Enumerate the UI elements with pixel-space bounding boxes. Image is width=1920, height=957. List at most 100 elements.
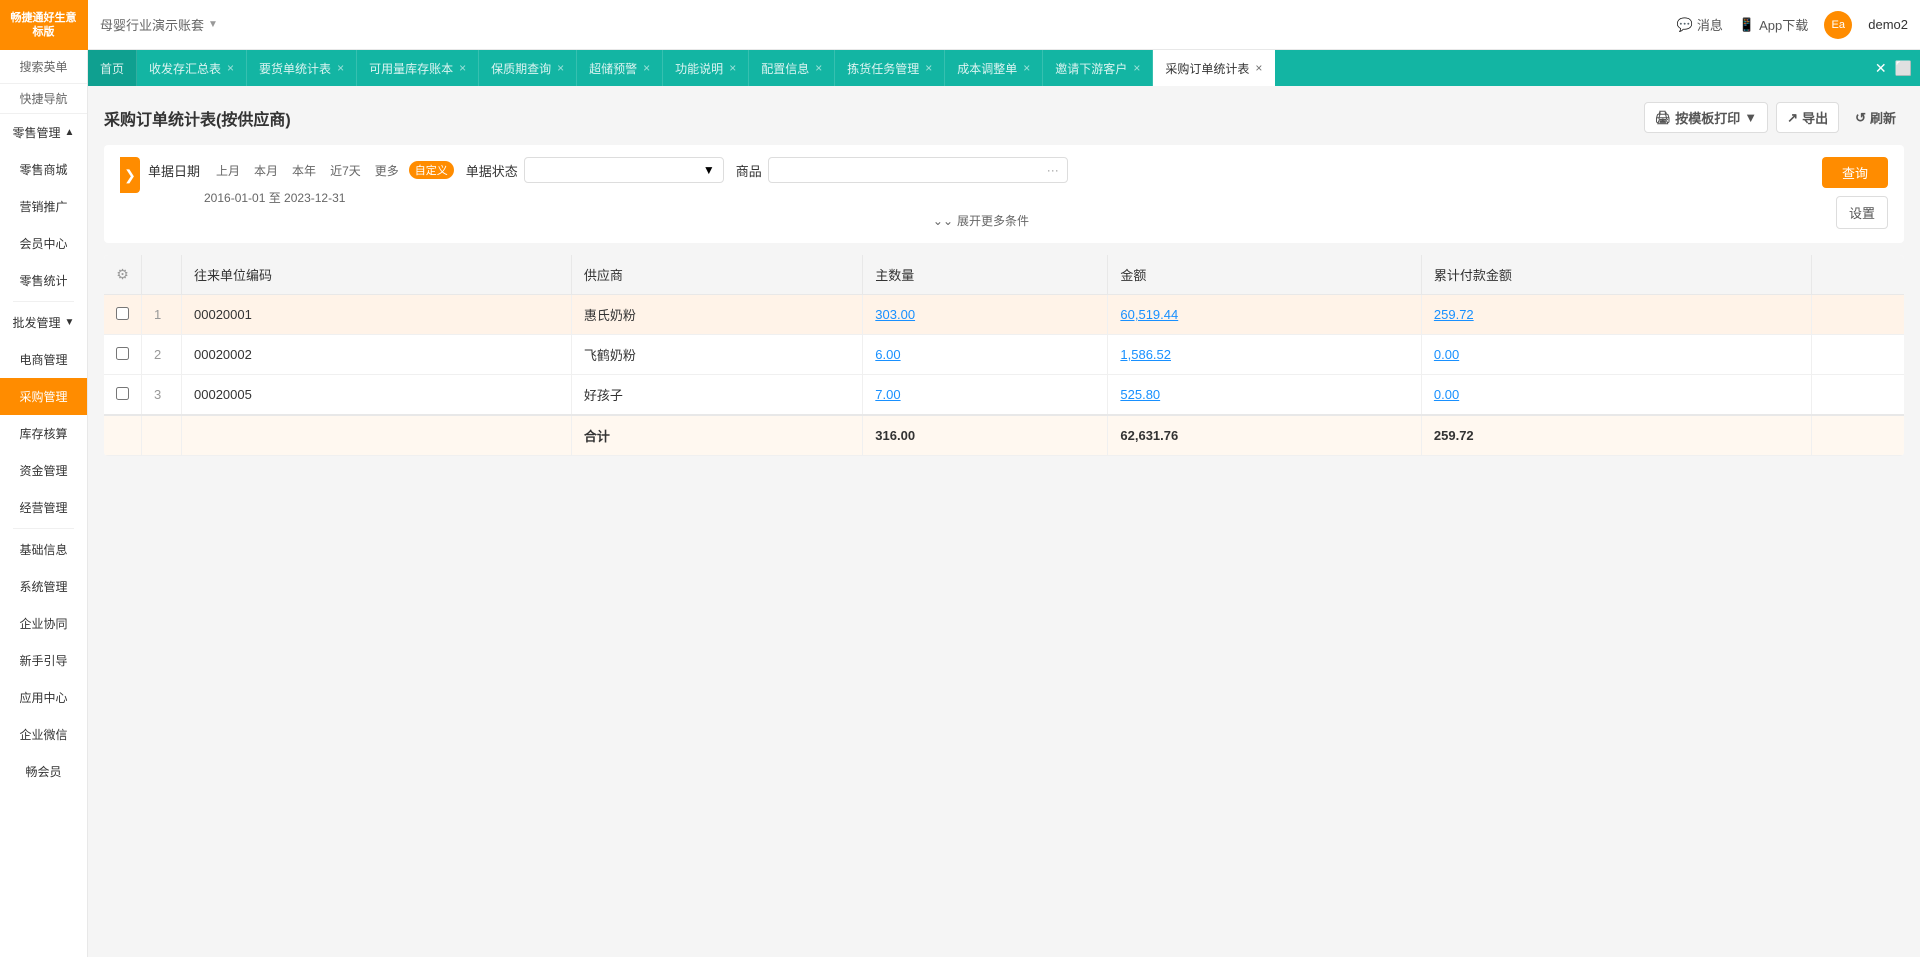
tab-close-icon[interactable]: × (557, 61, 564, 75)
footer-empty-4 (1811, 415, 1904, 456)
th-index (142, 255, 182, 295)
ellipsis-icon[interactable]: ··· (1047, 163, 1059, 177)
tab-close-icon[interactable]: × (729, 61, 736, 75)
tab-close-icon[interactable]: × (459, 61, 466, 75)
tab-close-icon[interactable]: × (1255, 61, 1262, 75)
sidebar-item-guide[interactable]: 新手引导 (0, 642, 87, 679)
tab-inventory-book[interactable]: 可用量库存账本 × (357, 50, 479, 86)
close-tab-icon[interactable]: ✕ (1875, 60, 1887, 77)
shortcut-this-year[interactable]: 本年 (288, 160, 320, 181)
td-empty (1811, 375, 1904, 416)
sidebar-item-retail-stats[interactable]: 零售统计 (0, 262, 87, 299)
sidebar-item-quick-nav[interactable]: 快捷导航 (0, 84, 87, 114)
filter-top-row: 单据日期 上月 本月 本年 近7天 更多 自定义 单据状态 (148, 157, 1814, 183)
footer-label: 合计 (571, 415, 862, 456)
td-checkbox[interactable] (104, 295, 142, 335)
td-checkbox[interactable] (104, 335, 142, 375)
workspace-selector[interactable]: 母婴行业演示账套 ▼ (100, 15, 1669, 34)
tab-label: 收发存汇总表 (149, 60, 221, 77)
page: 采购订单统计表(按供应商) 🖨 按模板打印 ▼ ↗ 导出 ↺ 刷新 (88, 86, 1920, 957)
tab-cost-adjust[interactable]: 成本调整单 × (945, 50, 1043, 86)
tab-config-info[interactable]: 配置信息 × (749, 50, 835, 86)
sidebar-item-member[interactable]: 会员中心 (0, 225, 87, 262)
sidebar-item-inventory[interactable]: 库存核算 (0, 415, 87, 452)
shortcut-more[interactable]: 更多 (371, 160, 403, 181)
row-checkbox[interactable] (116, 347, 129, 360)
tab-overstock[interactable]: 超储预警 × (577, 50, 663, 86)
tab-label: 邀请下游客户 (1055, 60, 1127, 77)
sidebar-item-vip[interactable]: 畅会员 (0, 753, 87, 790)
td-empty (1811, 335, 1904, 375)
sidebar-item-system[interactable]: 系统管理 (0, 568, 87, 605)
amount-link[interactable]: 1,586.52 (1120, 347, 1171, 362)
sidebar-item-ecommerce[interactable]: 电商管理 (0, 341, 87, 378)
custom-date-badge[interactable]: 自定义 (409, 161, 454, 179)
tab-pick-task[interactable]: 拣货任务管理 × (835, 50, 945, 86)
tab-close-icon[interactable]: × (925, 61, 932, 75)
tab-func-desc[interactable]: 功能说明 × (663, 50, 749, 86)
shortcut-last-month[interactable]: 上月 (212, 160, 244, 181)
tab-close-icon[interactable]: × (1133, 61, 1140, 75)
goods-input[interactable]: ··· (768, 157, 1068, 183)
paid-link[interactable]: 0.00 (1434, 387, 1459, 402)
expand-more-button[interactable]: ⌄⌄ 展开更多条件 (148, 206, 1814, 231)
app-download-button[interactable]: 📱 App下载 (1739, 15, 1808, 34)
th-quantity: 主数量 (863, 255, 1108, 295)
tab-label: 超储预警 (589, 60, 637, 77)
topbar-actions: 💬 消息 📱 App下载 Ea demo2 (1677, 11, 1908, 39)
td-index: 2 (142, 335, 182, 375)
sidebar-item-retail-shop[interactable]: 零售商城 (0, 151, 87, 188)
tab-order-stats[interactable]: 要货单统计表 × (247, 50, 357, 86)
sidebar-item-basic-info[interactable]: 基础信息 (0, 531, 87, 568)
tab-close-icon[interactable]: × (643, 61, 650, 75)
sidebar-item-retail-manage[interactable]: 零售管理 ▲ (0, 114, 87, 151)
row-checkbox[interactable] (116, 307, 129, 320)
sidebar-item-search[interactable]: 搜索英单 (0, 50, 87, 84)
sidebar-item-ops[interactable]: 经营管理 (0, 489, 87, 526)
sidebar-item-wechat[interactable]: 企业微信 (0, 716, 87, 753)
sidebar-item-app-center[interactable]: 应用中心 (0, 679, 87, 716)
tab-home[interactable]: 首页 (88, 50, 137, 86)
sidebar-item-finance[interactable]: 资金管理 (0, 452, 87, 489)
paid-link[interactable]: 0.00 (1434, 347, 1459, 362)
gear-icon[interactable]: ⚙ (116, 266, 129, 282)
user-name[interactable]: demo2 (1868, 17, 1908, 32)
shortcut-this-month[interactable]: 本月 (250, 160, 282, 181)
table-body: 1 00020001 惠氏奶粉 303.00 60,519.44 259.72 … (104, 295, 1904, 416)
td-paid: 259.72 (1421, 295, 1811, 335)
maximize-icon[interactable]: ⬜ (1895, 60, 1912, 77)
sidebar-item-enterprise[interactable]: 企业协同 (0, 605, 87, 642)
tab-close-icon[interactable]: × (337, 61, 344, 75)
query-button[interactable]: 查询 (1822, 157, 1888, 188)
sidebar-item-wholesale[interactable]: 批发管理 ▼ (0, 304, 87, 341)
quantity-link[interactable]: 6.00 (875, 347, 900, 362)
quantity-link[interactable]: 303.00 (875, 307, 915, 322)
tab-receive-send[interactable]: 收发存汇总表 × (137, 50, 247, 86)
tab-close-icon[interactable]: × (227, 61, 234, 75)
tab-purchase-stats[interactable]: 采购订单统计表 × (1153, 50, 1275, 86)
paid-link[interactable]: 259.72 (1434, 307, 1474, 322)
tab-expire-query[interactable]: 保质期查询 × (479, 50, 577, 86)
refresh-button[interactable]: ↺ 刷新 (1847, 103, 1904, 132)
tab-invite-downstream[interactable]: 邀请下游客户 × (1043, 50, 1153, 86)
amount-link[interactable]: 60,519.44 (1120, 307, 1178, 322)
filter-toggle-button[interactable]: ❯ (120, 157, 140, 193)
export-button[interactable]: ↗ 导出 (1776, 102, 1839, 133)
chevron-down-icon: ▼ (208, 19, 218, 30)
td-checkbox[interactable] (104, 375, 142, 416)
amount-link[interactable]: 525.80 (1120, 387, 1160, 402)
settings-button[interactable]: 设置 (1836, 196, 1888, 229)
quantity-link[interactable]: 7.00 (875, 387, 900, 402)
row-checkbox[interactable] (116, 387, 129, 400)
tab-close-icon[interactable]: × (1023, 61, 1030, 75)
td-paid: 0.00 (1421, 375, 1811, 416)
tab-close-icon[interactable]: × (815, 61, 822, 75)
user-avatar[interactable]: Ea (1824, 11, 1852, 39)
print-button[interactable]: 🖨 按模板打印 ▼ (1644, 102, 1768, 133)
shortcut-7days[interactable]: 近7天 (326, 160, 365, 181)
sidebar-item-purchase[interactable]: 采购管理 (0, 378, 87, 415)
th-empty (1811, 255, 1904, 295)
status-select[interactable]: ▼ (524, 157, 724, 183)
message-button[interactable]: 💬 消息 (1677, 15, 1723, 34)
sidebar-item-marketing[interactable]: 营销推广 (0, 188, 87, 225)
